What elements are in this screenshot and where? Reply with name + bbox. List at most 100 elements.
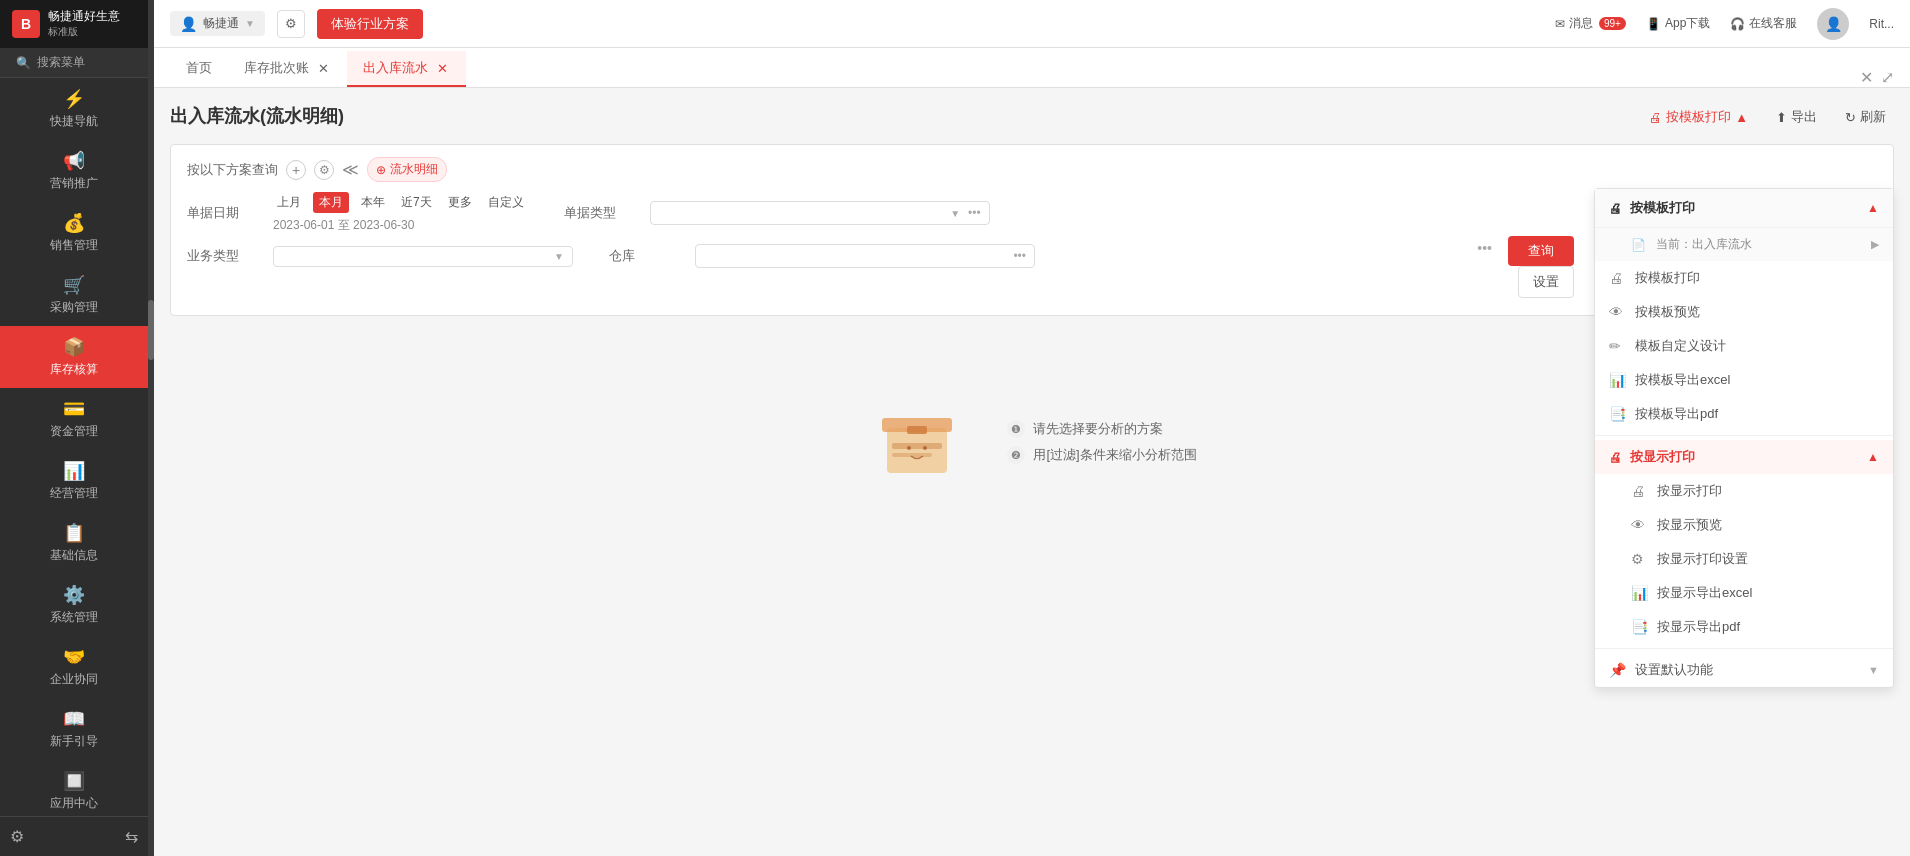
- query-btn[interactable]: 查询: [1508, 236, 1574, 266]
- dropdown-template-export-excel[interactable]: 📊 按模板导出excel: [1595, 363, 1893, 397]
- dropdown-template-preview[interactable]: 👁 按模板预览: [1595, 295, 1893, 329]
- search-menu[interactable]: 🔍 搜索菜单: [0, 48, 148, 78]
- quick-nav-icon: ⚡: [63, 88, 85, 110]
- sidebar-item-purchase[interactable]: 🛒 采购管理: [0, 264, 148, 326]
- dropdown-divider-2: [1595, 648, 1893, 649]
- doc-type-more-btn[interactable]: •••: [968, 206, 981, 220]
- filter-tag-icon: ⊕: [376, 163, 386, 177]
- dropdown-display-preview[interactable]: 👁 按显示预览: [1595, 508, 1893, 542]
- display-preview-icon: 👁: [1631, 517, 1647, 533]
- dropdown-current-template[interactable]: 📄 当前：出入库流水 ▶: [1595, 228, 1893, 261]
- display-excel-icon: 📊: [1631, 585, 1647, 601]
- page-toolbar: 🖨 按模板打印 ▲ ⬆ 导出 ↻ 刷新: [1641, 104, 1894, 130]
- window-maximize-btn[interactable]: ⤢: [1881, 68, 1894, 87]
- dropdown-set-default[interactable]: 📌 设置默认功能 ▼: [1595, 653, 1893, 687]
- sidebar-item-system[interactable]: ⚙️ 系统管理: [0, 574, 148, 636]
- sidebar-item-label: 新手引导: [50, 733, 98, 750]
- industry-solution-btn[interactable]: 体验行业方案: [317, 9, 423, 39]
- filter-settings-btn[interactable]: ⚙: [314, 160, 334, 180]
- sidebar-item-operations[interactable]: 📊 经营管理: [0, 450, 148, 512]
- tab-batch-account-close[interactable]: ✕: [315, 60, 331, 76]
- filter-add-btn[interactable]: +: [286, 160, 306, 180]
- setup-btn-container: 设置: [1518, 266, 1574, 298]
- date-opt-custom[interactable]: 自定义: [484, 192, 528, 213]
- dropdown-template-export-pdf[interactable]: 📑 按模板导出pdf: [1595, 397, 1893, 431]
- filter-tag-label: 流水明细: [390, 161, 438, 178]
- dropdown-display-export-pdf[interactable]: 📑 按显示导出pdf: [1595, 610, 1893, 644]
- date-opt-this-year[interactable]: 本年: [357, 192, 389, 213]
- sidebar-item-label: 系统管理: [50, 609, 98, 626]
- gear-settings-btn[interactable]: ⚙: [277, 10, 305, 38]
- tab-batch-account[interactable]: 库存批次账 ✕: [228, 51, 347, 87]
- dropdown-template-custom-label: 模板自定义设计: [1635, 337, 1726, 355]
- dropdown-display-section[interactable]: 🖨 按显示打印 ▲: [1595, 440, 1893, 474]
- date-opt-this-month[interactable]: 本月: [313, 192, 349, 213]
- dropdown-display-export-excel[interactable]: 📊 按显示导出excel: [1595, 576, 1893, 610]
- purchase-icon: 🛒: [63, 274, 85, 296]
- dropdown-collapse-arrow[interactable]: ▲: [1867, 201, 1879, 215]
- window-close-btn[interactable]: ✕: [1860, 68, 1873, 87]
- logo-icon: B: [12, 10, 40, 38]
- message-btn[interactable]: ✉ 消息 99+: [1555, 15, 1626, 32]
- sidebar-item-quick-nav[interactable]: ⚡ 快捷导航: [0, 78, 148, 140]
- sidebar-item-tutorial[interactable]: 📖 新手引导: [0, 698, 148, 760]
- sidebar-item-enterprise[interactable]: 🤝 企业协同: [0, 636, 148, 698]
- tab-home[interactable]: 首页: [170, 51, 228, 87]
- sidebar-item-label: 资金管理: [50, 423, 98, 440]
- top-header: 👤 畅捷通 ▼ ⚙ 体验行业方案 ✉ 消息 99+ 📱 App下载 🎧 在线客服: [154, 0, 1910, 48]
- sidebar-item-finance[interactable]: 💳 资金管理: [0, 388, 148, 450]
- tab-inventory-flow-close[interactable]: ✕: [434, 60, 450, 76]
- enterprise-icon: 🤝: [63, 646, 85, 668]
- settings-bottom-btn[interactable]: ⚙: [10, 827, 24, 846]
- biz-type-input[interactable]: ▼: [273, 246, 573, 267]
- svg-rect-2: [907, 426, 927, 434]
- date-options: 上月 本月 本年 近7天 更多 自定义: [273, 192, 528, 213]
- more-options-btn[interactable]: •••: [1469, 236, 1500, 266]
- filter-collapse-btn[interactable]: ≪: [342, 160, 359, 179]
- dropdown-display-print-settings[interactable]: ⚙ 按显示打印设置: [1595, 542, 1893, 576]
- sidebar-item-sales[interactable]: 💰 销售管理: [0, 202, 148, 264]
- collapse-sidebar-btn[interactable]: ⇆: [125, 827, 138, 846]
- sidebar-item-app-center[interactable]: 🔲 应用中心: [0, 760, 148, 816]
- sidebar-item-inventory[interactable]: 📦 库存核算: [0, 326, 148, 388]
- warehouse-more-btn[interactable]: •••: [1013, 249, 1026, 263]
- template-custom-icon: ✏: [1609, 338, 1625, 354]
- marketing-icon: 📢: [63, 150, 85, 172]
- warehouse-input[interactable]: •••: [695, 244, 1035, 268]
- sidebar-item-basic-info[interactable]: 📋 基础信息: [0, 512, 148, 574]
- sidebar-item-label: 应用中心: [50, 795, 98, 812]
- dropdown-divider-1: [1595, 435, 1893, 436]
- tab-bar: 首页 库存批次账 ✕ 出入库流水 ✕ ✕ ⤢: [154, 48, 1910, 88]
- action-buttons: ••• 查询: [1469, 236, 1574, 266]
- svg-rect-0: [887, 428, 947, 473]
- app-download-label: App下载: [1665, 15, 1710, 32]
- dropdown-template-custom[interactable]: ✏ 模板自定义设计: [1595, 329, 1893, 363]
- refresh-btn[interactable]: ↻ 刷新: [1837, 104, 1894, 130]
- sidebar-item-marketing[interactable]: 📢 营销推广: [0, 140, 148, 202]
- page-title: 出入库流水(流水明细): [170, 104, 1894, 128]
- display-section-title: 🖨 按显示打印: [1609, 448, 1695, 466]
- app-download-btn[interactable]: 📱 App下载: [1646, 15, 1710, 32]
- user-avatar-small: 👤: [180, 16, 197, 32]
- online-service-btn[interactable]: 🎧 在线客服: [1730, 15, 1797, 32]
- search-icon: 🔍: [16, 56, 31, 70]
- doc-type-input[interactable]: ▼ •••: [650, 201, 990, 225]
- date-opt-more[interactable]: 更多: [444, 192, 476, 213]
- svg-rect-3: [892, 443, 942, 449]
- tab-inventory-flow-label: 出入库流水: [363, 59, 428, 77]
- basic-info-icon: 📋: [63, 522, 85, 544]
- dropdown-template-print[interactable]: 🖨 按模板打印: [1595, 261, 1893, 295]
- export-icon: ⬆: [1776, 110, 1787, 125]
- date-opt-7days[interactable]: 近7天: [397, 192, 436, 213]
- tab-inventory-flow[interactable]: 出入库流水 ✕: [347, 51, 466, 87]
- dropdown-display-print[interactable]: 🖨 按显示打印: [1595, 474, 1893, 508]
- user-section[interactable]: 👤 畅捷通 ▼: [170, 11, 265, 36]
- date-opt-last-month[interactable]: 上月: [273, 192, 305, 213]
- export-btn[interactable]: ⬆ 导出: [1768, 104, 1825, 130]
- dropdown-arrow-icon: ▼: [245, 18, 255, 29]
- dropdown-template-preview-label: 按模板预览: [1635, 303, 1700, 321]
- user-avatar[interactable]: 👤: [1817, 8, 1849, 40]
- template-print-btn[interactable]: 🖨 按模板打印 ▲: [1641, 104, 1756, 130]
- setup-btn[interactable]: 设置: [1518, 266, 1574, 298]
- finance-icon: 💳: [63, 398, 85, 420]
